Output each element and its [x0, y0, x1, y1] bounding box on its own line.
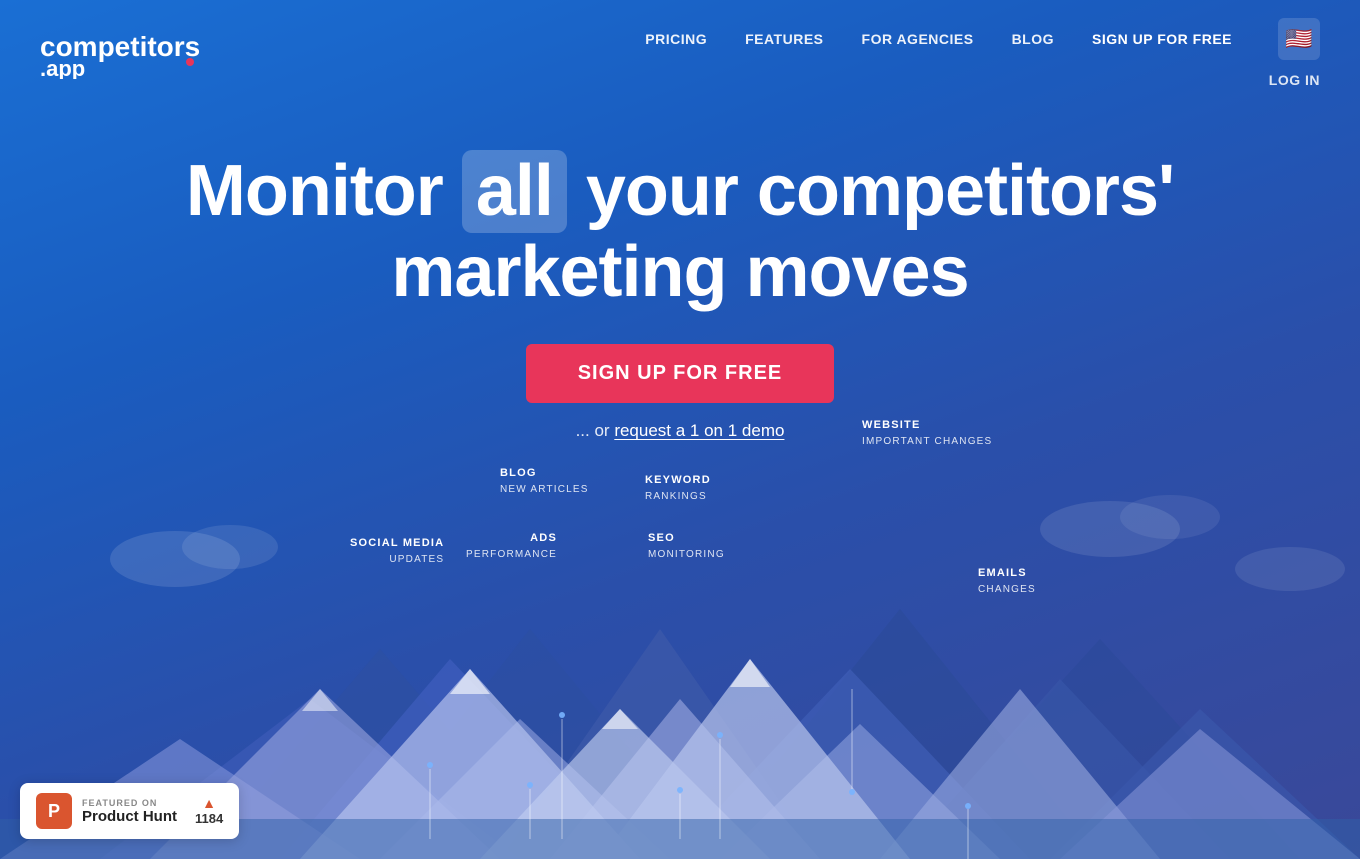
nav-agencies[interactable]: FOR AGENCIES [862, 31, 974, 47]
demo-link[interactable]: request a 1 on 1 demo [614, 421, 784, 440]
label-ads: ADS PERFORMANCE [466, 530, 557, 562]
nav-pricing[interactable]: PRICING [645, 31, 707, 47]
hero-title-prefix: Monitor [186, 151, 443, 231]
label-seo: SEO MONITORING [648, 530, 725, 562]
svg-text:.app: .app [40, 56, 85, 79]
label-website: WEBSITE IMPORTANT CHANGES [862, 417, 992, 449]
navbar: competitors .app PRICING FEATURES FOR AG… [0, 0, 1360, 90]
label-social: SOCIAL MEDIA UPDATES [350, 535, 444, 567]
ph-icon: P [36, 793, 72, 829]
hero-cta-button[interactable]: SIGN UP FOR FREE [526, 344, 835, 403]
hero-title-highlight: all [462, 150, 567, 233]
ph-text: FEATURED ON Product Hunt [82, 798, 177, 825]
label-keyword: KEYWORD RANKINGS [645, 472, 711, 504]
ph-vote-count: 1184 [195, 811, 223, 826]
lang-button[interactable]: 🇺🇸 [1278, 18, 1320, 60]
ph-name: Product Hunt [82, 808, 177, 825]
label-emails: EMAILS CHANGES [978, 565, 1036, 597]
nav-features[interactable]: FEATURES [745, 31, 823, 47]
label-blog: BLOG NEW ARTICLES [500, 465, 589, 497]
hero-title-line2: marketing moves [391, 232, 968, 312]
ph-featured-label: FEATURED ON [82, 798, 177, 808]
ph-votes: ▲ 1184 [195, 796, 223, 826]
hero-title: Monitor all your competitors' marketing … [0, 150, 1360, 312]
nav-blog[interactable]: BLOG [1012, 31, 1054, 47]
ph-arrow-icon: ▲ [202, 796, 216, 810]
product-hunt-badge[interactable]: P FEATURED ON Product Hunt ▲ 1184 [20, 783, 239, 839]
hero-section: Monitor all your competitors' marketing … [0, 90, 1360, 441]
nav-login[interactable]: LOG IN [1269, 72, 1320, 88]
hero-title-suffix: your competitors' [586, 151, 1174, 231]
nav-signup[interactable]: SIGN UP FOR FREE [1092, 31, 1232, 47]
hero-subtext: ... or request a 1 on 1 demo [0, 421, 1360, 441]
logo[interactable]: competitors .app [40, 24, 200, 84]
